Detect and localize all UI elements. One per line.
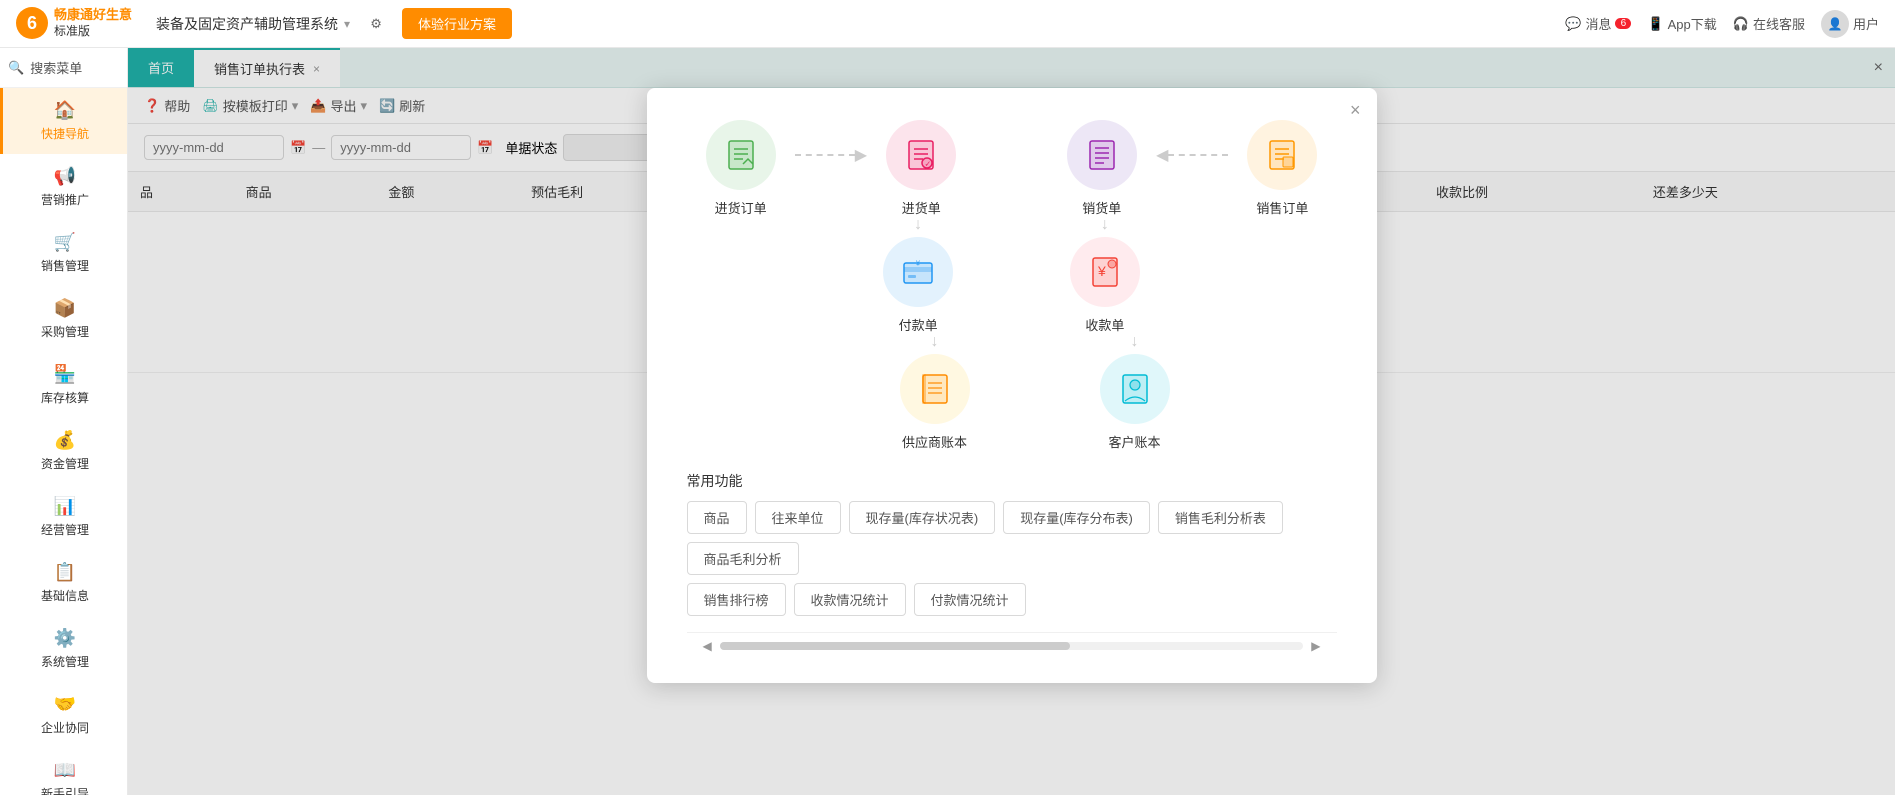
btn-sales-margin[interactable]: 销售毛利分析表 (1158, 501, 1283, 534)
sidebar-item-quick-nav[interactable]: 🏠 快捷导航 (0, 88, 127, 154)
guide-icon: 📖 (54, 760, 76, 781)
supplier-ledger-icon (900, 354, 970, 424)
flow-node-purchase-bill: ✓ 进货单 (867, 120, 975, 217)
basic-info-icon: 📋 (54, 562, 76, 583)
scroll-right-arrow[interactable]: ▶ (1311, 639, 1320, 653)
btn-counterparty[interactable]: 往来单位 (755, 501, 841, 534)
sales-bill-icon (1067, 120, 1137, 190)
app-container: 6 畅康通好生意 标准版 装备及固定资产辅助管理系统 ▾ ⚙ 体验行业方案 💬 … (0, 0, 1895, 795)
flow-node-receipt: ¥ 收款单 (1049, 237, 1161, 334)
settings-icon[interactable]: ⚙ (362, 10, 390, 38)
sales-icon: 🛒 (54, 232, 76, 253)
flow-node-sales-order: 销售订单 (1228, 120, 1336, 217)
flow-node-payment: ¥ 付款单 (862, 237, 974, 334)
sidebar-item-purchase[interactable]: 📦 采购管理 (0, 286, 127, 352)
arrow-sales-order-to-bill: ▶ (1156, 145, 1228, 193)
flow-node-customer-ledger: 客户账本 (1075, 354, 1195, 451)
svg-text:¥: ¥ (916, 261, 920, 268)
logo-text: 畅康通好生意 标准版 (54, 7, 132, 39)
scroll-thumb (720, 642, 1070, 650)
logo-icon: 6 (16, 7, 48, 39)
sidebar-item-marketing[interactable]: 📢 营销推广 (0, 154, 127, 220)
svg-text:¥: ¥ (1097, 263, 1106, 279)
main-area: 🔍 搜索菜单 🏠 快捷导航 📢 营销推广 🛒 销售管理 📦 (0, 48, 1895, 795)
common-buttons-row-1: 商品 往来单位 现存量(库存状况表) 现存量(库存分布表) 销售毛利分析表 商品… (687, 501, 1337, 575)
receipt-icon: ¥ (1070, 237, 1140, 307)
service-icon: 🎧 (1733, 16, 1749, 32)
btn-sales-ranking[interactable]: 销售排行榜 (687, 583, 786, 616)
flow-row-3: 供应商账本 (687, 354, 1337, 451)
flow-diagram: 进货订单 ▶ (687, 120, 1337, 451)
flow-node-purchase-order: 进货订单 (687, 120, 795, 217)
scroll-track[interactable] (720, 642, 1304, 650)
operations-icon: 📊 (54, 496, 76, 517)
down-arrow-payment: ↓ (931, 334, 939, 350)
purchase-bill-icon: ✓ (886, 120, 956, 190)
modal-close-button[interactable]: × (1350, 100, 1361, 121)
marketing-icon: 📢 (54, 166, 76, 187)
online-service-button[interactable]: 🎧 在线客服 (1733, 14, 1805, 33)
sidebar-item-operations[interactable]: 📊 经营管理 (0, 484, 127, 550)
sidebar-menu: 🏠 快捷导航 📢 营销推广 🛒 销售管理 📦 采购管理 🏪 库存核 (0, 88, 127, 795)
app-download-button[interactable]: 📱 App下载 (1647, 14, 1716, 33)
finance-icon: 💰 (54, 430, 76, 451)
modal-overlay[interactable]: × (128, 48, 1895, 795)
download-icon: 📱 (1647, 16, 1663, 32)
scroll-indicator: ◀ ▶ (687, 632, 1337, 659)
btn-payment-stats[interactable]: 付款情况统计 (914, 583, 1026, 616)
flow-down-arrows-row-2: ↓ ↓ (687, 334, 1337, 350)
svg-text:✓: ✓ (925, 160, 932, 169)
sidebar-item-guide[interactable]: 📖 新手引导 (0, 748, 127, 795)
common-buttons-row-2: 销售排行榜 收款情况统计 付款情况统计 (687, 583, 1337, 616)
top-bar-right: 💬 消息 6 📱 App下载 🎧 在线客服 👤 用户 (1565, 10, 1879, 38)
sidebar-item-enterprise[interactable]: 🤝 企业协同 (0, 682, 127, 748)
experience-button[interactable]: 体验行业方案 (402, 8, 512, 39)
payment-icon: ¥ (883, 237, 953, 307)
system-name: 装备及固定资产辅助管理系统 ▾ (156, 14, 350, 34)
btn-product[interactable]: 商品 (687, 501, 747, 534)
message-button[interactable]: 💬 消息 6 (1565, 14, 1631, 33)
flow-node-sales-bill: 销货单 (1048, 120, 1156, 217)
btn-stock-dist[interactable]: 现存量(库存分布表) (1003, 501, 1150, 534)
common-functions-title: 常用功能 (687, 471, 1337, 491)
dropdown-arrow-icon[interactable]: ▾ (344, 17, 350, 31)
down-arrow-purchase-bill: ↓ (914, 217, 922, 233)
user-menu[interactable]: 👤 用户 (1821, 10, 1879, 38)
inventory-icon: 🏪 (54, 364, 76, 385)
flow-down-arrows-row: ↓ ↓ (687, 217, 1337, 233)
avatar: 👤 (1821, 10, 1849, 38)
flow-node-supplier-ledger: 供应商账本 (875, 354, 995, 451)
common-functions-section: 常用功能 商品 往来单位 现存量(库存状况表) 现存量(库存分布表) 销售毛利分… (687, 471, 1337, 616)
top-bar: 6 畅康通好生意 标准版 装备及固定资产辅助管理系统 ▾ ⚙ 体验行业方案 💬 … (0, 0, 1895, 48)
sidebar-item-finance[interactable]: 💰 资金管理 (0, 418, 127, 484)
btn-product-margin[interactable]: 商品毛利分析 (687, 542, 799, 575)
sidebar-item-basic-info[interactable]: 📋 基础信息 (0, 550, 127, 616)
sidebar-item-system[interactable]: ⚙️ 系统管理 (0, 616, 127, 682)
purchase-icon: 📦 (54, 298, 76, 319)
sidebar-item-sales[interactable]: 🛒 销售管理 (0, 220, 127, 286)
message-icon: 💬 (1565, 16, 1581, 32)
modal: × (647, 88, 1377, 683)
system-icon: ⚙️ (54, 628, 76, 649)
sidebar-item-inventory[interactable]: 🏪 库存核算 (0, 352, 127, 418)
search-icon: 🔍 (8, 60, 24, 76)
scroll-left-arrow[interactable]: ◀ (703, 639, 712, 653)
content-area: 首页 销售订单执行表 × × ❓ 帮助 🖨 按模板打印 ▾ (128, 48, 1895, 795)
logo-area: 6 畅康通好生意 标准版 (16, 7, 144, 39)
flow-row-1: 进货订单 ▶ (687, 120, 1337, 217)
down-arrow-receipt: ↓ (1131, 334, 1139, 350)
purchase-order-icon (706, 120, 776, 190)
down-arrow-sales-bill: ↓ (1101, 217, 1109, 233)
btn-receipt-stats[interactable]: 收款情况统计 (794, 583, 906, 616)
sales-order-icon (1247, 120, 1317, 190)
customer-ledger-icon (1100, 354, 1170, 424)
btn-stock-status[interactable]: 现存量(库存状况表) (849, 501, 996, 534)
flow-row-2: ¥ 付款单 ¥ (687, 237, 1337, 334)
home-icon: 🏠 (54, 100, 76, 121)
sidebar: 🔍 搜索菜单 🏠 快捷导航 📢 营销推广 🛒 销售管理 📦 (0, 48, 128, 795)
arrow-purchase-order-to-bill: ▶ (795, 145, 867, 193)
enterprise-icon: 🤝 (54, 694, 76, 715)
search-menu-button[interactable]: 🔍 搜索菜单 (0, 48, 127, 88)
